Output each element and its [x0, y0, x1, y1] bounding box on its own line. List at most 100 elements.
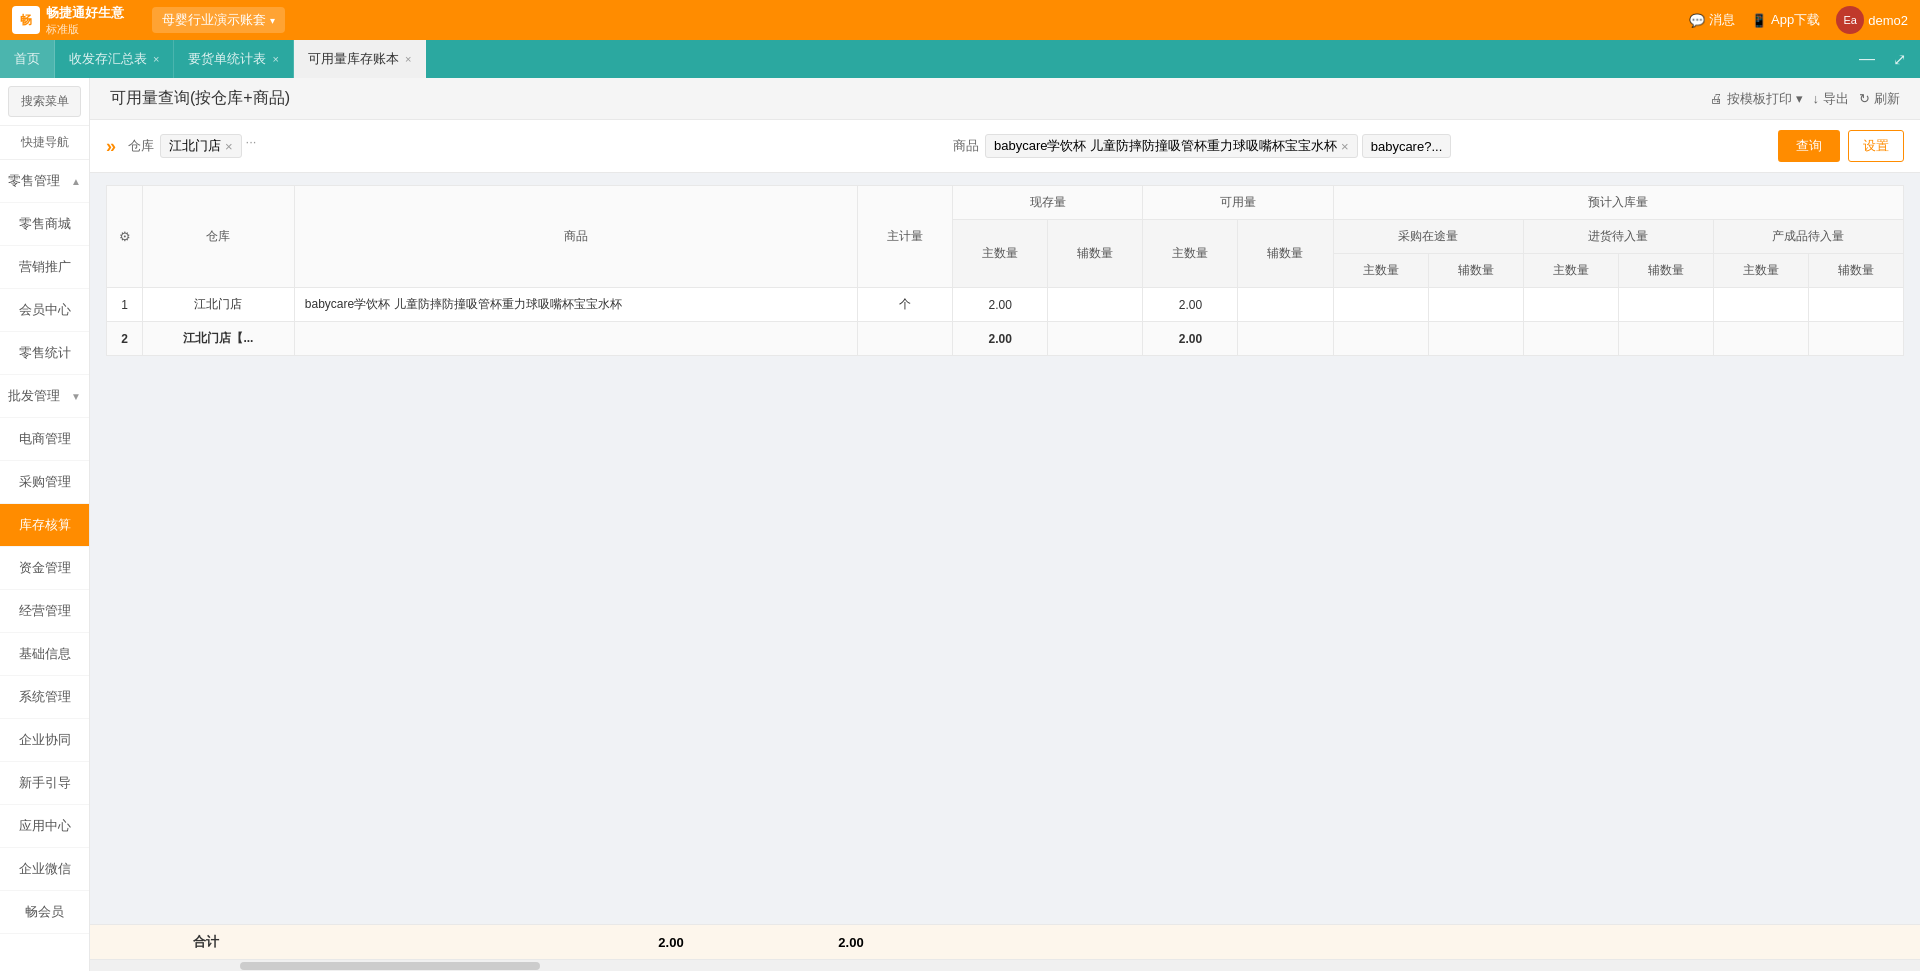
message-icon: 💬: [1689, 13, 1705, 28]
tab-available-stock-close[interactable]: ×: [405, 53, 411, 65]
warehouse-more-btn[interactable]: ···: [246, 134, 257, 158]
cell-warehouse-1: 江北门店: [143, 288, 295, 322]
sidebar-item-finance[interactable]: 资金管理: [0, 547, 89, 590]
app-label: App下载: [1771, 11, 1820, 29]
col-settings: ⚙: [107, 186, 143, 288]
page-header: 可用量查询(按仓库+商品) 🖨 按模板打印 ▾ ↓ 导出 ↻ 刷新: [90, 78, 1920, 120]
page-title: 可用量查询(按仓库+商品): [110, 88, 290, 109]
warehouse-tag-text: 江北门店: [169, 137, 221, 155]
export-btn[interactable]: ↓ 导出: [1813, 90, 1850, 108]
sidebar-item-ecommerce-label: 电商管理: [19, 430, 71, 448]
tab-home[interactable]: 首页: [0, 40, 55, 78]
table-footer: 合计 2.00 2.00: [90, 924, 1920, 959]
sidebar-item-retail-stat-label: 零售统计: [19, 344, 71, 362]
sidebar-item-operations-label: 经营管理: [19, 602, 71, 620]
tab-available-stock[interactable]: 可用量库存账本 ×: [294, 40, 426, 78]
cell-stock-aux-1: [1048, 288, 1143, 322]
print-icon: 🖨: [1710, 91, 1723, 106]
sidebar-item-newbie-label: 新手引导: [19, 774, 71, 792]
warehouse-tag-remove[interactable]: ×: [225, 139, 233, 154]
settings-btn[interactable]: 设置: [1848, 130, 1904, 162]
sidebar-item-member2[interactable]: 畅会员: [0, 891, 89, 934]
tab-expand-btn[interactable]: ⤢: [1887, 48, 1912, 71]
horizontal-scrollbar[interactable]: [90, 959, 1920, 971]
print-btn[interactable]: 🖨 按模板打印 ▾: [1710, 90, 1803, 108]
sidebar-item-retail-mgmt[interactable]: 零售管理 ▲: [0, 160, 89, 203]
chevron-icon-2: ▼: [71, 391, 81, 402]
org-selector[interactable]: 母婴行业演示账套 ▾: [152, 7, 285, 33]
avatar: Ea: [1836, 6, 1864, 34]
footer-label: 合计: [146, 933, 266, 951]
page-actions: 🖨 按模板打印 ▾ ↓ 导出 ↻ 刷新: [1710, 90, 1901, 108]
sidebar-item-purchase-label: 采购管理: [19, 473, 71, 491]
search-menu-btn[interactable]: 搜索菜单: [8, 86, 81, 117]
col-stock-header: 现存量: [953, 186, 1143, 220]
refresh-btn[interactable]: ↻ 刷新: [1859, 90, 1900, 108]
filter-actions: 查询 设置: [1778, 130, 1904, 162]
warehouse-tag-jiangbei[interactable]: 江北门店 ×: [160, 134, 242, 158]
sidebar-item-wechat[interactable]: 企业微信: [0, 848, 89, 891]
sidebar-item-ecommerce[interactable]: 电商管理: [0, 418, 89, 461]
table-row: 1 江北门店 babycare学饮杯 儿童防摔防撞吸管杯重力球吸嘴杯宝宝水杯 个…: [107, 288, 1904, 322]
col-purchase-header: 采购在途量: [1333, 220, 1523, 254]
tab-receive-pay-label: 收发存汇总表: [69, 50, 147, 68]
sidebar-item-retail-mgmt-label: 零售管理: [8, 172, 60, 190]
sidebar-item-purchase[interactable]: 采购管理: [0, 461, 89, 504]
sidebar-item-inventory[interactable]: 库存核算: [0, 504, 89, 547]
quick-nav-btn[interactable]: 快捷导航: [0, 126, 89, 160]
tab-home-label: 首页: [14, 50, 40, 68]
nav-tabs: 首页 收发存汇总表 × 要货单统计表 × 可用量库存账本 × — ⤢: [0, 40, 1920, 78]
col-avail-main: 主数量: [1143, 220, 1238, 288]
product-tag-1[interactable]: babycare学饮杯 儿童防摔防撞吸管杯重力球吸嘴杯宝宝水杯 ×: [985, 134, 1358, 158]
sidebar-item-basic-info[interactable]: 基础信息: [0, 633, 89, 676]
logo-info: 畅捷通好生意 标准版: [46, 4, 124, 37]
sidebar-item-app-center[interactable]: 应用中心: [0, 805, 89, 848]
sidebar-item-retail-mall-label: 零售商城: [19, 215, 71, 233]
app-download-btn[interactable]: 📱 App下载: [1751, 11, 1820, 29]
cell-unit-2: [858, 322, 953, 356]
product-tag-2-text: babycare?...: [1371, 139, 1443, 154]
user-area[interactable]: Ea demo2: [1836, 6, 1908, 34]
tab-receive-pay-close[interactable]: ×: [153, 53, 159, 65]
top-bar-right: 💬 消息 📱 App下载 Ea demo2: [1689, 6, 1908, 34]
sidebar-item-marketing[interactable]: 营销推广: [0, 246, 89, 289]
sidebar-item-member[interactable]: 会员中心: [0, 289, 89, 332]
sidebar-item-operations[interactable]: 经营管理: [0, 590, 89, 633]
sidebar-item-system[interactable]: 系统管理: [0, 676, 89, 719]
sidebar-item-newbie[interactable]: 新手引导: [0, 762, 89, 805]
tab-minimize-btn[interactable]: —: [1853, 48, 1881, 70]
message-btn[interactable]: 💬 消息: [1689, 11, 1735, 29]
cell-product-pending-aux-2: [1808, 322, 1903, 356]
tab-actions: — ⤢: [1845, 40, 1920, 78]
query-btn[interactable]: 查询: [1778, 130, 1840, 162]
tab-order-stat-close[interactable]: ×: [272, 53, 278, 65]
filter-toggle-btn[interactable]: »: [106, 136, 116, 157]
col-warehouse-header: 仓库: [143, 186, 295, 288]
col-purchase-main: 主数量: [1333, 254, 1428, 288]
product-tag-2[interactable]: babycare?...: [1362, 134, 1452, 158]
cell-incoming-aux-2: [1618, 322, 1713, 356]
col-stock-main: 主数量: [953, 220, 1048, 288]
print-label: 按模板打印: [1727, 90, 1792, 108]
cell-unit-1: 个: [858, 288, 953, 322]
product-label: 商品: [953, 137, 979, 155]
col-stock-aux: 辅数量: [1048, 220, 1143, 288]
col-product-pending-aux: 辅数量: [1808, 254, 1903, 288]
footer-values: 2.00 2.00: [266, 935, 1904, 950]
product-tag-1-remove[interactable]: ×: [1341, 139, 1349, 154]
top-bar: 畅 畅捷通好生意 标准版 母婴行业演示账套 ▾ 💬 消息 📱 App下载 Ea …: [0, 0, 1920, 40]
content-area: 可用量查询(按仓库+商品) 🖨 按模板打印 ▾ ↓ 导出 ↻ 刷新 »: [90, 78, 1920, 971]
sidebar-item-enterprise[interactable]: 企业协同: [0, 719, 89, 762]
sidebar-item-wholesale[interactable]: 批发管理 ▼: [0, 375, 89, 418]
sidebar-item-member-label: 会员中心: [19, 301, 71, 319]
tab-receive-pay[interactable]: 收发存汇总表 ×: [55, 40, 174, 78]
tab-order-stat[interactable]: 要货单统计表 ×: [174, 40, 293, 78]
settings-icon[interactable]: ⚙: [119, 229, 131, 244]
sidebar-item-wholesale-label: 批发管理: [8, 387, 60, 405]
scroll-thumb[interactable]: [240, 962, 540, 970]
sidebar-item-retail-mall[interactable]: 零售商城: [0, 203, 89, 246]
col-purchase-aux: 辅数量: [1428, 254, 1523, 288]
cell-product-pending-main-1: [1713, 288, 1808, 322]
sidebar-item-retail-stat[interactable]: 零售统计: [0, 332, 89, 375]
product-tag-1-text: babycare学饮杯 儿童防摔防撞吸管杯重力球吸嘴杯宝宝水杯: [994, 137, 1337, 155]
